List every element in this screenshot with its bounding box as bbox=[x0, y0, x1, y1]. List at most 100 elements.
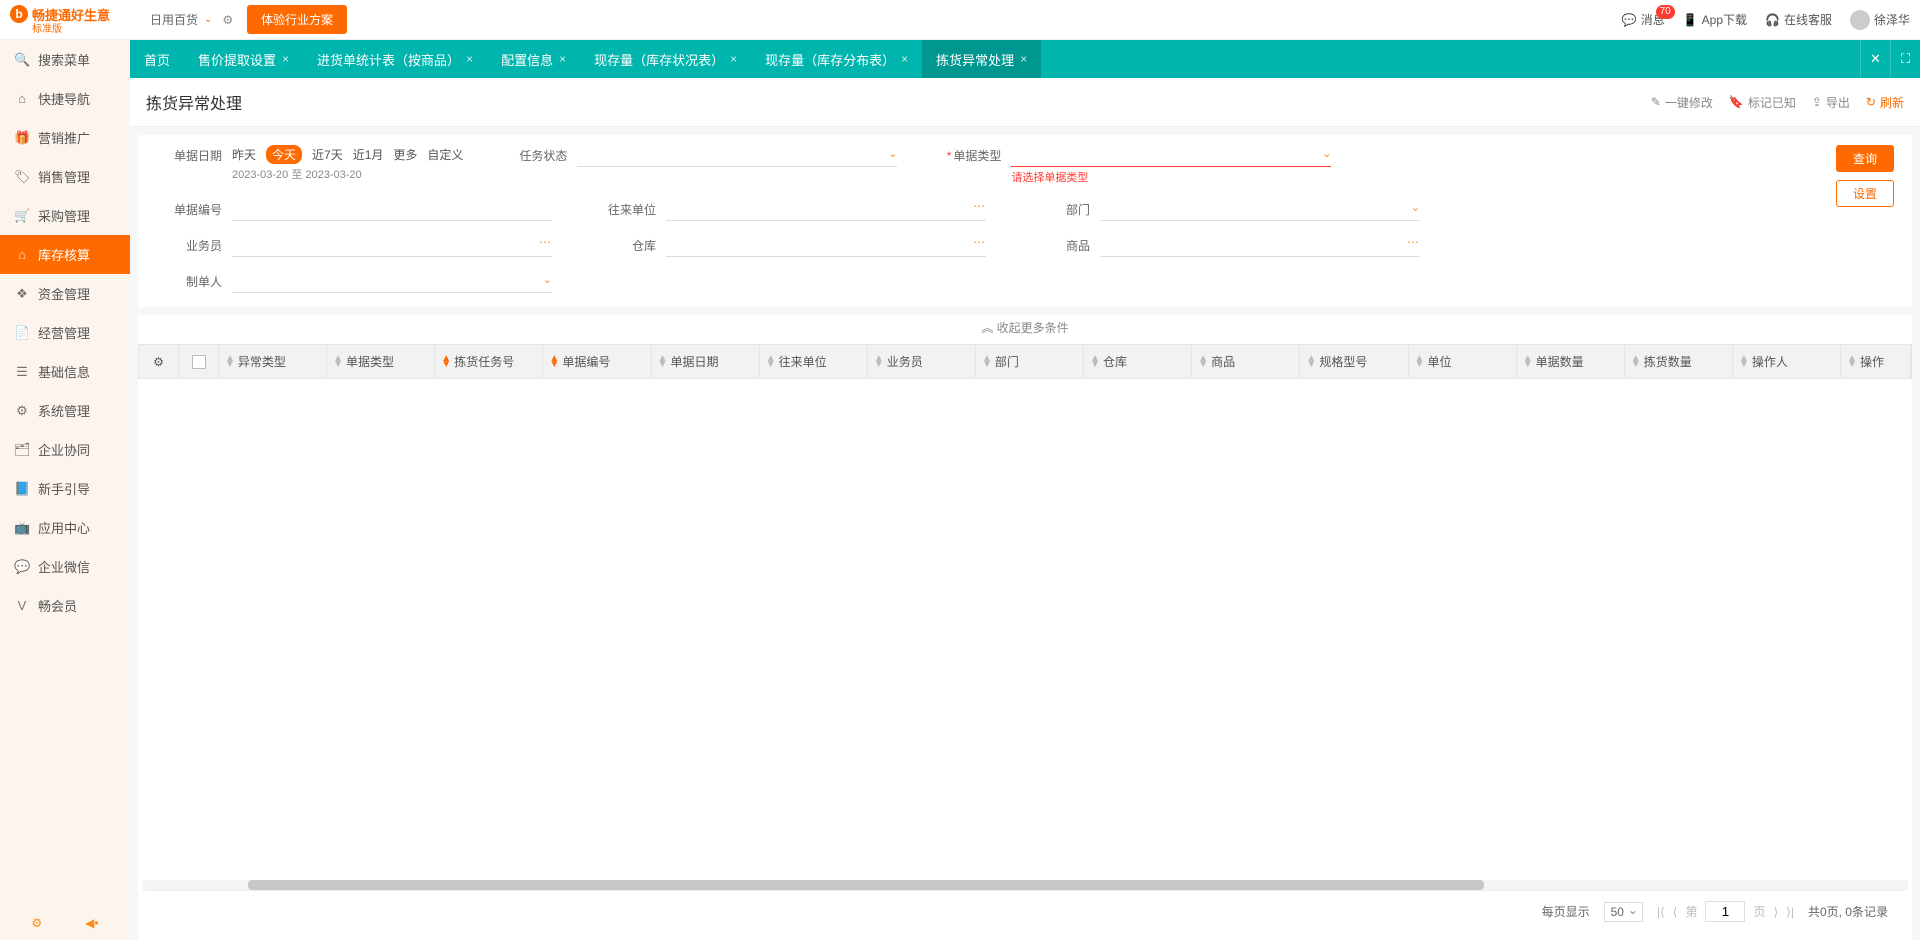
ellipsis-icon[interactable]: ⋯ bbox=[539, 235, 552, 249]
chevron-down-icon[interactable]: ⌄ bbox=[888, 147, 897, 160]
online-service-button[interactable]: 🎧 在线客服 bbox=[1765, 11, 1832, 28]
col-header-12[interactable]: ▲▼单据数量 bbox=[1517, 345, 1625, 378]
col-header-3[interactable]: ▲▼单据编号 bbox=[543, 345, 651, 378]
close-icon[interactable]: × bbox=[730, 52, 737, 66]
col-header-11[interactable]: ▲▼单位 bbox=[1409, 345, 1517, 378]
messages-button[interactable]: 💬 消息 70 bbox=[1622, 11, 1665, 28]
sidebar-item-13[interactable]: 💬企业微信 bbox=[0, 547, 130, 586]
sidebar-item-0[interactable]: 🔍搜索菜单 bbox=[0, 40, 130, 79]
export-button[interactable]: ⇪导出 bbox=[1812, 94, 1850, 111]
date-opt-yesterday[interactable]: 昨天 bbox=[232, 146, 256, 163]
close-icon[interactable]: × bbox=[466, 52, 473, 66]
sidebar-item-3[interactable]: 🏷销售管理 bbox=[0, 157, 130, 196]
per-page-label: 每页显示 bbox=[1542, 903, 1590, 920]
tab-close-all-button[interactable]: ✕ bbox=[1860, 40, 1890, 78]
close-icon[interactable]: × bbox=[1020, 52, 1027, 66]
last-page-button[interactable]: ⟩| bbox=[1786, 905, 1794, 919]
tab-label: 进货单统计表（按商品） bbox=[317, 50, 460, 69]
col-header-9[interactable]: ▲▼商品 bbox=[1192, 345, 1300, 378]
user-menu[interactable]: 徐泽华 bbox=[1850, 10, 1910, 30]
sidebar-item-10[interactable]: 🗂企业协同 bbox=[0, 430, 130, 469]
col-header-10[interactable]: ▲▼规格型号 bbox=[1300, 345, 1408, 378]
date-opt-7d[interactable]: 近7天 bbox=[312, 146, 343, 163]
prev-page-button[interactable]: ⟨ bbox=[1673, 905, 1678, 919]
horizontal-scrollbar[interactable] bbox=[142, 880, 1908, 890]
sidebar-item-9[interactable]: ⚙系统管理 bbox=[0, 391, 130, 430]
sidebar-item-14[interactable]: V畅会员 bbox=[0, 586, 130, 625]
tab-6[interactable]: 拣货异常处理× bbox=[922, 40, 1041, 78]
operator-input[interactable] bbox=[232, 235, 552, 257]
date-quick-options: 昨天 今天 近7天 近1月 更多 自定义 bbox=[232, 145, 463, 164]
next-page-button[interactable]: ⟩ bbox=[1773, 905, 1778, 919]
sidebar-item-5[interactable]: ⌂库存核算 bbox=[0, 235, 130, 274]
sidebar-item-8[interactable]: ☰基础信息 bbox=[0, 352, 130, 391]
sidebar-item-11[interactable]: 📘新手引导 bbox=[0, 469, 130, 508]
task-status-select[interactable] bbox=[577, 145, 897, 167]
date-opt-custom[interactable]: 自定义 bbox=[427, 146, 463, 163]
date-opt-more[interactable]: 更多 bbox=[393, 146, 417, 163]
scrollbar-thumb[interactable] bbox=[248, 880, 1484, 890]
industry-plan-button[interactable]: 体验行业方案 bbox=[247, 5, 347, 34]
chevron-down-icon[interactable]: ⌄ bbox=[1411, 201, 1420, 214]
doc-no-input[interactable] bbox=[232, 199, 552, 221]
ellipsis-icon[interactable]: ⋯ bbox=[973, 235, 986, 249]
goods-input[interactable] bbox=[1100, 235, 1420, 257]
tab-1[interactable]: 售价提取设置× bbox=[184, 40, 303, 78]
collapse-filters-button[interactable]: ︽ 收起更多条件 bbox=[138, 315, 1912, 344]
filter-action-buttons: 查询 设置 bbox=[1836, 145, 1894, 207]
first-page-button[interactable]: |⟨ bbox=[1657, 905, 1665, 919]
tab-2[interactable]: 进货单统计表（按商品） × bbox=[303, 40, 487, 78]
sidebar-item-2[interactable]: 🎁营销推广 bbox=[0, 118, 130, 157]
col-header-0[interactable]: ▲▼异常类型 bbox=[219, 345, 327, 378]
close-icon[interactable]: × bbox=[901, 52, 908, 66]
col-header-4[interactable]: ▲▼单据日期 bbox=[652, 345, 760, 378]
tab-5[interactable]: 现存量（库存分布表）× bbox=[751, 40, 922, 78]
date-opt-1m[interactable]: 近1月 bbox=[353, 146, 384, 163]
col-header-14[interactable]: ▲▼操作人 bbox=[1733, 345, 1841, 378]
dept-select[interactable] bbox=[1100, 199, 1420, 221]
sidebar-item-6[interactable]: ❖资金管理 bbox=[0, 274, 130, 313]
sidebar-item-1[interactable]: ⌂快捷导航 bbox=[0, 79, 130, 118]
footer-gear-icon[interactable]: ⚙ bbox=[31, 916, 42, 930]
col-header-5[interactable]: ▲▼往来单位 bbox=[760, 345, 868, 378]
col-header-6[interactable]: ▲▼业务员 bbox=[868, 345, 976, 378]
select-all-checkbox[interactable] bbox=[192, 355, 206, 369]
tab-4[interactable]: 现存量（库存状况表）× bbox=[580, 40, 751, 78]
sidebar-item-4[interactable]: 🛒采购管理 bbox=[0, 196, 130, 235]
col-header-7[interactable]: ▲▼部门 bbox=[976, 345, 1084, 378]
footer-collapse-icon[interactable]: ◀• bbox=[85, 916, 98, 930]
mark-known-button[interactable]: 🔖标记已知 bbox=[1729, 94, 1796, 111]
col-header-2[interactable]: ▲▼拣货任务号 bbox=[435, 345, 543, 378]
sidebar-item-label: 营销推广 bbox=[38, 128, 90, 147]
partner-input[interactable] bbox=[666, 199, 986, 221]
ellipsis-icon[interactable]: ⋯ bbox=[973, 199, 986, 213]
ellipsis-icon[interactable]: ⋯ bbox=[1407, 235, 1420, 249]
settings-button[interactable]: 设置 bbox=[1836, 180, 1894, 207]
search-button[interactable]: 查询 bbox=[1836, 145, 1894, 172]
page-input[interactable] bbox=[1705, 901, 1745, 922]
store-selector[interactable]: 日用百货 ⌄ bbox=[150, 11, 212, 28]
per-page-select[interactable]: 50 bbox=[1604, 902, 1643, 922]
tab-3[interactable]: 配置信息× bbox=[487, 40, 580, 78]
batch-edit-button[interactable]: ✎一键修改 bbox=[1651, 94, 1713, 111]
date-opt-today[interactable]: 今天 bbox=[266, 145, 302, 164]
doc-type-select[interactable] bbox=[1011, 145, 1331, 167]
refresh-button[interactable]: ↻刷新 bbox=[1866, 94, 1904, 111]
sidebar-item-7[interactable]: 📄经营管理 bbox=[0, 313, 130, 352]
col-header-1[interactable]: ▲▼单据类型 bbox=[327, 345, 435, 378]
close-icon[interactable]: × bbox=[559, 52, 566, 66]
warehouse-input[interactable] bbox=[666, 235, 986, 257]
col-header-8[interactable]: ▲▼仓库 bbox=[1084, 345, 1192, 378]
tab-fullscreen-button[interactable]: ⛶ bbox=[1890, 40, 1920, 78]
creator-select[interactable] bbox=[232, 271, 552, 293]
table-settings-button[interactable]: ⚙ bbox=[139, 345, 179, 378]
col-header-13[interactable]: ▲▼拣货数量 bbox=[1625, 345, 1733, 378]
tab-0[interactable]: 首页 bbox=[130, 40, 184, 78]
chevron-down-icon[interactable]: ⌄ bbox=[543, 273, 552, 286]
chevron-down-icon[interactable]: ⌄ bbox=[1322, 147, 1331, 160]
sidebar-item-12[interactable]: 📺应用中心 bbox=[0, 508, 130, 547]
settings-icon[interactable]: ⚙ bbox=[222, 13, 233, 27]
col-header-15[interactable]: ▲▼操作 bbox=[1841, 345, 1911, 378]
app-download-button[interactable]: 📱 App下载 bbox=[1683, 11, 1747, 28]
close-icon[interactable]: × bbox=[282, 52, 289, 66]
